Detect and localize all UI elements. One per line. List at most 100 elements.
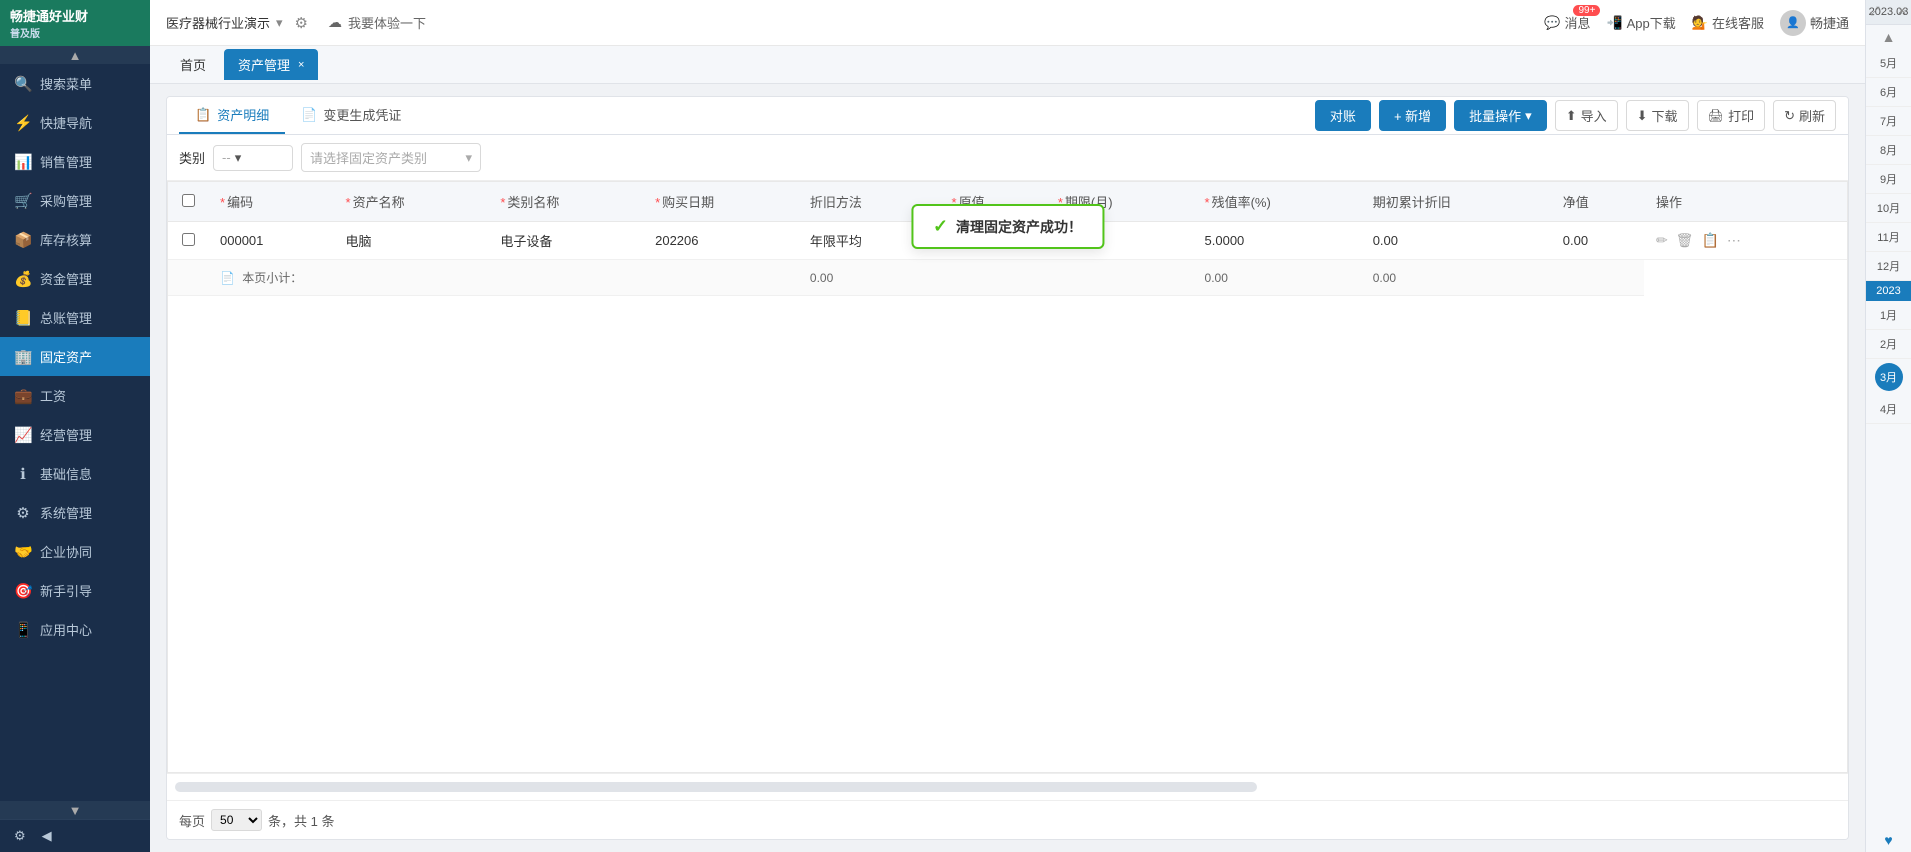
settings-bottom-icon[interactable]: ⚙ <box>14 828 26 844</box>
search-icon: 🔍 <box>14 75 32 93</box>
sidebar-item-label: 基础信息 <box>40 464 92 483</box>
sidebar-item-system[interactable]: ⚙ 系统管理 <box>0 493 150 532</box>
timeline-month-oct[interactable]: 10月 <box>1866 194 1911 223</box>
download-button[interactable]: ⬇ 下载 <box>1626 100 1689 131</box>
sidebar-item-apps[interactable]: 📱 应用中心 <box>0 610 150 649</box>
timeline-month-nov[interactable]: 11月 <box>1866 223 1911 252</box>
category-select[interactable]: -- ▾ <box>213 145 293 171</box>
sidebar-item-label: 新手引导 <box>40 581 92 600</box>
right-panel-header: ✕ ⤢ 2023.03 <box>1866 0 1911 25</box>
funds-icon: 💰 <box>14 270 32 288</box>
timeline-month-dec[interactable]: 12月 <box>1866 252 1911 281</box>
sidebar-item-quicknav[interactable]: ⚡ 快捷导航 <box>0 103 150 142</box>
payroll-icon: 💼 <box>14 387 32 405</box>
sidebar-item-funds[interactable]: 💰 资金管理 <box>0 259 150 298</box>
sidebar-item-payroll[interactable]: 💼 工资 <box>0 376 150 415</box>
sub-tabs: 📋 资产明细 📄 变更生成凭证 对账 + 新增 批量操作 ▾ ⬆ <box>167 97 1848 135</box>
sidebar: 畅捷通好业财 普及版 ▲ 🔍 搜索菜单 ⚡ 快捷导航 📊 销售管理 🛒 采购管理… <box>0 0 150 852</box>
sidebar-item-label: 搜索菜单 <box>40 74 92 93</box>
sidebar-scroll-up[interactable]: ▲ <box>0 46 150 64</box>
company-selector[interactable]: 医疗器械行业演示 ▾ <box>166 13 283 32</box>
sidebar-nav: 🔍 搜索菜单 ⚡ 快捷导航 📊 销售管理 🛒 采购管理 📦 库存核算 💰 资金管… <box>0 64 150 801</box>
sidebar-item-sales[interactable]: 📊 销售管理 <box>0 142 150 181</box>
user-menu[interactable]: 👤 畅捷通 <box>1780 10 1849 36</box>
sidebar-item-purchase[interactable]: 🛒 采购管理 <box>0 181 150 220</box>
message-button[interactable]: 💬 消息 99+ <box>1544 13 1590 32</box>
collapse-icon[interactable]: ◀ <box>42 828 52 844</box>
change-voucher-icon: 📄 <box>301 107 317 123</box>
more-icon[interactable]: ⋯ <box>1727 232 1741 249</box>
batch-button[interactable]: 批量操作 ▾ <box>1454 100 1547 131</box>
app-download-icon: 📲 <box>1606 15 1622 31</box>
total-label: 条，共 1 条 <box>268 811 334 830</box>
timeline-year-2023: 2023 <box>1866 281 1911 301</box>
category-filter-label: 类别 <box>179 148 205 167</box>
timeline-month-feb[interactable]: 2月 <box>1866 330 1911 359</box>
sidebar-item-label: 总账管理 <box>40 308 92 327</box>
right-panel-expand-icon[interactable]: ⤢ <box>1870 4 1880 19</box>
timeline-scroll-up[interactable]: ▲ <box>1878 25 1900 49</box>
company-name: 医疗器械行业演示 <box>166 13 270 32</box>
refresh-button[interactable]: ↻ 刷新 <box>1773 100 1836 131</box>
header-category: *类别名称 <box>488 182 643 222</box>
timeline-month-jan[interactable]: 1月 <box>1866 301 1911 330</box>
print-button[interactable]: 🖨 打印 <box>1697 100 1766 131</box>
timeline-heart-icon[interactable]: ♥ <box>1880 828 1896 852</box>
settings-gear-icon[interactable]: ⚙ <box>295 14 308 32</box>
tab-close-icon[interactable]: × <box>298 59 304 71</box>
sidebar-item-fixed-assets[interactable]: 🏢 固定资产 <box>0 337 150 376</box>
select-all-checkbox[interactable] <box>182 194 195 207</box>
message-badge: 99+ <box>1573 5 1600 16</box>
download-label: 下载 <box>1652 106 1678 125</box>
import-button[interactable]: ⬆ 导入 <box>1555 100 1618 131</box>
timeline-month-aug[interactable]: 8月 <box>1866 136 1911 165</box>
timeline-month-sep[interactable]: 9月 <box>1866 165 1911 194</box>
import-label: 导入 <box>1581 106 1607 125</box>
sidebar-item-label: 工资 <box>40 386 66 405</box>
topbar-right: 💬 消息 99+ 📲 App下载 💁 在线客服 👤 畅捷通 <box>1544 10 1849 36</box>
online-service-button[interactable]: 💁 在线客服 <box>1692 13 1764 32</box>
sidebar-bottom: ⚙ ◀ <box>0 819 150 852</box>
sidebar-item-ledger[interactable]: 📒 总账管理 <box>0 298 150 337</box>
main-card: 📋 资产明细 📄 变更生成凭证 对账 + 新增 批量操作 ▾ ⬆ <box>166 96 1849 840</box>
purchase-icon: 🛒 <box>14 192 32 210</box>
horizontal-scrollbar[interactable] <box>175 782 1257 792</box>
row-checkbox[interactable] <box>182 233 195 246</box>
copy-icon[interactable]: 📋 <box>1701 232 1718 249</box>
sidebar-item-collab[interactable]: 🤝 企业协同 <box>0 532 150 571</box>
sidebar-item-label: 应用中心 <box>40 620 92 639</box>
reconcile-button[interactable]: 对账 <box>1315 100 1371 131</box>
app-download-button[interactable]: 📲 App下载 <box>1606 13 1675 32</box>
sidebar-item-search[interactable]: 🔍 搜索菜单 <box>0 64 150 103</box>
edit-icon[interactable]: ✏ <box>1656 232 1668 249</box>
apps-icon: 📱 <box>14 621 32 639</box>
timeline-month-apr[interactable]: 4月 <box>1866 395 1911 424</box>
timeline-month-may[interactable]: 5月 <box>1866 49 1911 78</box>
tab-asset-management[interactable]: 资产管理 × <box>224 49 318 80</box>
timeline-month-jun[interactable]: 6月 <box>1866 78 1911 107</box>
delete-icon[interactable]: 🗑 <box>1676 232 1694 249</box>
sidebar-item-label: 销售管理 <box>40 152 92 171</box>
toolbar-right-buttons: 对账 + 新增 批量操作 ▾ ⬆ 导入 ⬇ 下载 🖨 <box>1315 97 1836 134</box>
sub-tab-change-voucher[interactable]: 📄 变更生成凭证 <box>285 97 417 134</box>
sidebar-item-basic-info[interactable]: ℹ 基础信息 <box>0 454 150 493</box>
guide-icon: 🎯 <box>14 582 32 600</box>
per-page-select[interactable]: 50 100 <box>211 809 262 831</box>
filter-toolbar: 类别 -- ▾ 请选择固定资产类别 ▾ <box>167 135 1848 181</box>
sidebar-item-inventory[interactable]: 📦 库存核算 <box>0 220 150 259</box>
sub-tab-asset-detail[interactable]: 📋 资产明细 <box>179 97 285 134</box>
sidebar-scroll-down[interactable]: ▼ <box>0 801 150 819</box>
timeline-month-jul[interactable]: 7月 <box>1866 107 1911 136</box>
right-panel-close-icon[interactable]: ✕ <box>1897 4 1907 18</box>
category-type-input[interactable]: 请选择固定资产类别 ▾ <box>301 143 481 172</box>
sub-tab-asset-detail-label: 资产明细 <box>217 105 269 124</box>
experience-button[interactable]: ☁ 我要体验一下 <box>328 13 426 32</box>
message-icon: 💬 <box>1544 15 1560 31</box>
sidebar-item-operations[interactable]: 📈 经营管理 <box>0 415 150 454</box>
timeline-month-mar-active[interactable]: 3月 <box>1875 363 1903 391</box>
sidebar-item-guide[interactable]: 🎯 新手引导 <box>0 571 150 610</box>
new-button[interactable]: + 新增 <box>1379 100 1446 131</box>
sidebar-item-label: 资金管理 <box>40 269 92 288</box>
tab-home[interactable]: 首页 <box>166 49 220 80</box>
toast-message: 清理固定资产成功！ <box>956 217 1082 237</box>
